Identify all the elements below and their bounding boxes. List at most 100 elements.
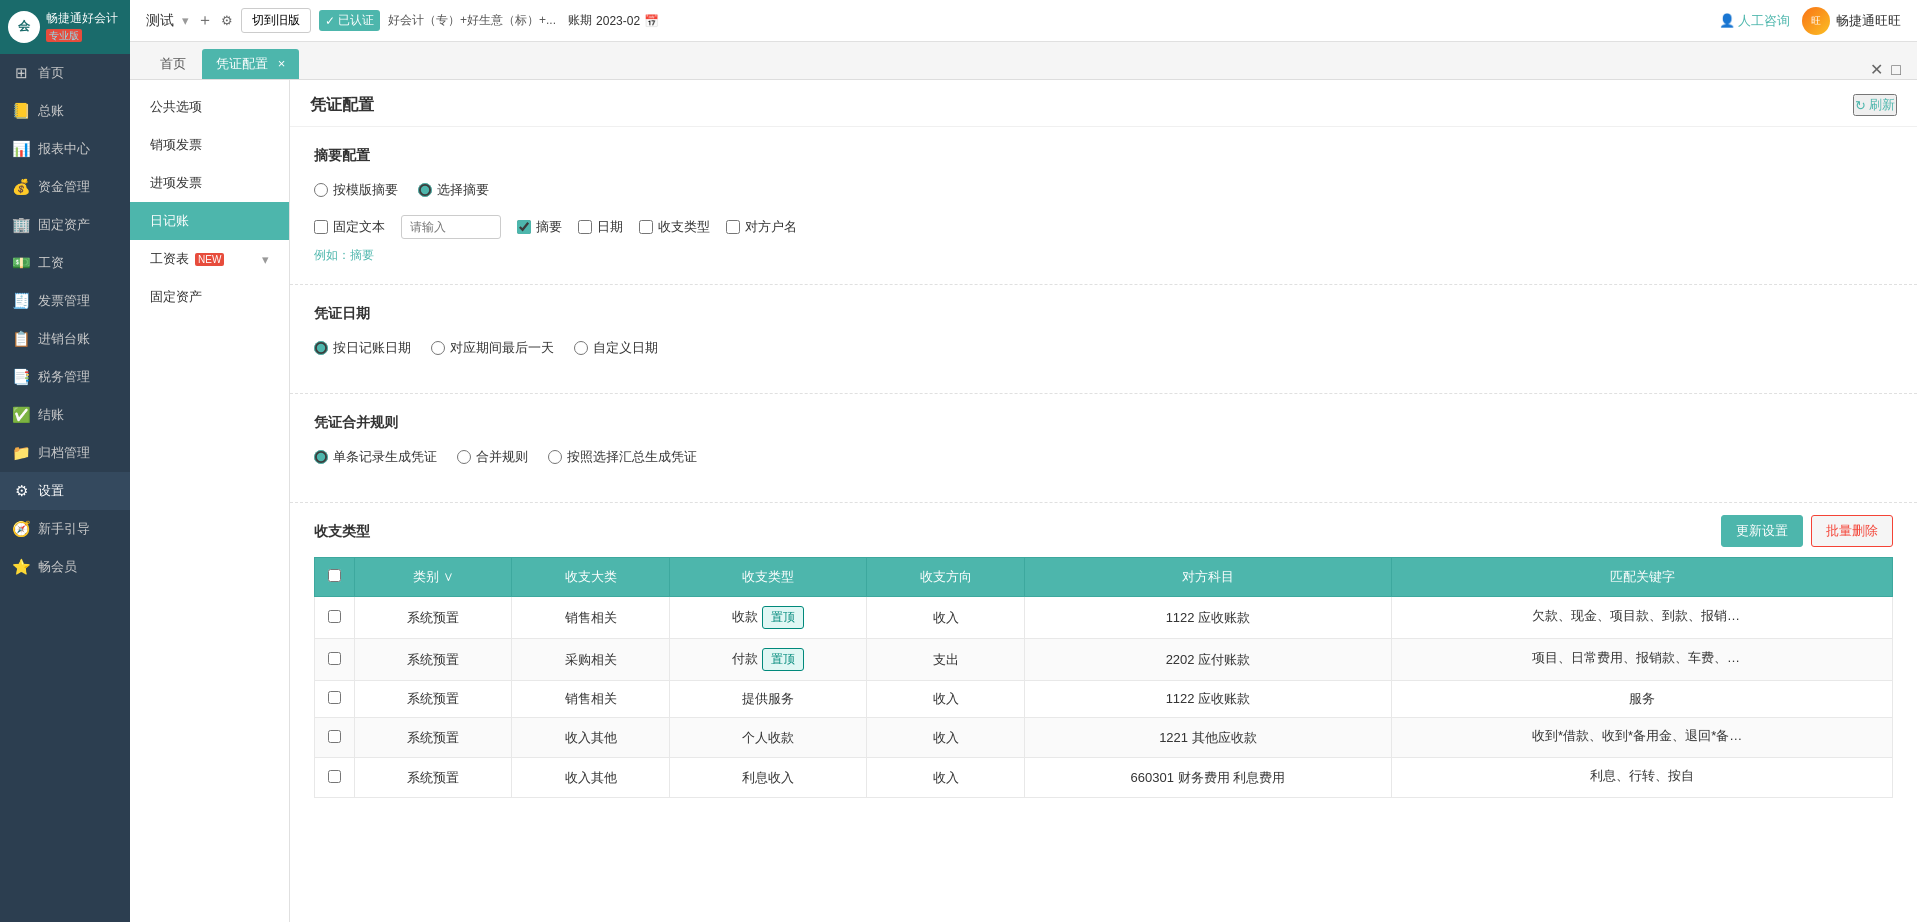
merge-radio-single[interactable]: 单条记录生成凭证 (314, 448, 437, 466)
date-radio-diary[interactable]: 按日记账日期 (314, 339, 411, 357)
sidebar-item-payroll[interactable]: 💵 工资 (0, 244, 130, 282)
sidebar-item-fixed-assets[interactable]: 🏢 固定资产 (0, 206, 130, 244)
row-category: 系统预置 (355, 681, 512, 718)
sidebar-item-tax[interactable]: 📑 税务管理 (0, 358, 130, 396)
pin-tag-button[interactable]: 置顶 (762, 606, 804, 629)
sidebar-item-general-ledger[interactable]: 📒 总账 (0, 92, 130, 130)
sidebar-item-reports[interactable]: 📊 报表中心 (0, 130, 130, 168)
merge-section-title: 凭证合并规则 (314, 414, 1893, 432)
income-section-title: 收支类型 (314, 515, 1713, 547)
row-checkbox[interactable] (328, 770, 341, 783)
row-category: 系统预置 (355, 639, 512, 681)
sidebar-item-archive[interactable]: 📁 归档管理 (0, 434, 130, 472)
row-category: 系统预置 (355, 597, 512, 639)
summary-section-title: 摘要配置 (314, 147, 1893, 165)
row-direction: 收入 (867, 758, 1024, 798)
topbar-add-button[interactable]: ＋ (197, 10, 213, 31)
counterpart-checkbox[interactable]: 对方户名 (726, 218, 797, 236)
date-checkbox[interactable]: 日期 (578, 218, 623, 236)
row-checkbox[interactable] (328, 691, 341, 704)
topbar-dropdown-arrow[interactable]: ▾ (182, 13, 189, 28)
sidebar-item-settlement[interactable]: ✅ 结账 (0, 396, 130, 434)
sidebar-item-funds[interactable]: 💰 资金管理 (0, 168, 130, 206)
row-direction: 收入 (867, 681, 1024, 718)
refresh-button[interactable]: ↻ 刷新 (1853, 94, 1897, 116)
customer-service-icon: 👤 (1719, 13, 1735, 28)
row-major: 收入其他 (512, 758, 669, 798)
sidebar-item-member[interactable]: ⭐ 畅会员 (0, 548, 130, 586)
sidebar-item-settings[interactable]: ⚙ 设置 (0, 472, 130, 510)
batch-delete-button[interactable]: 批量删除 (1811, 515, 1893, 547)
fixed-text-input[interactable] (401, 215, 501, 239)
row-keyword: 项目、日常费用、报销款、车费、承兑汇票、付款 (1392, 639, 1893, 681)
user-menu[interactable]: 旺 畅捷通旺旺 (1802, 7, 1901, 35)
summary-checkbox[interactable]: 摘要 (517, 218, 562, 236)
row-subject: 660301 财务费用 利息费用 (1024, 758, 1391, 798)
left-nav-public-options[interactable]: 公共选项 (130, 88, 289, 126)
row-checkbox[interactable] (328, 610, 341, 623)
fixed-text-checkbox[interactable]: 固定文本 (314, 218, 385, 236)
date-radio-custom[interactable]: 自定义日期 (574, 339, 658, 357)
sidebar-item-home[interactable]: ⊞ 首页 (0, 54, 130, 92)
funds-icon: 💰 (12, 178, 30, 196)
row-subject: 1221 其他应收款 (1024, 718, 1391, 758)
th-subject: 对方科目 (1024, 558, 1391, 597)
certified-badge: ✓ 已认证 (319, 10, 380, 31)
row-category: 系统预置 (355, 758, 512, 798)
switch-version-button[interactable]: 切到旧版 (241, 8, 311, 33)
left-nav-payroll-table[interactable]: 工资表 NEW ▾ (130, 240, 289, 278)
left-nav-diary[interactable]: 日记账 (130, 202, 289, 240)
row-type: 利息收入 (669, 758, 867, 798)
left-nav: 公共选项 销项发票 进项发票 日记账 工资表 NEW ▾ 固定资产 (130, 80, 290, 922)
left-nav-purchase-invoice[interactable]: 进项发票 (130, 164, 289, 202)
sidebar-item-guide[interactable]: 🧭 新手引导 (0, 510, 130, 548)
avatar: 旺 (1802, 7, 1830, 35)
row-major: 收入其他 (512, 718, 669, 758)
type-checkbox[interactable]: 收支类型 (639, 218, 710, 236)
update-settings-button[interactable]: 更新设置 (1721, 515, 1803, 547)
row-type: 收款 置顶 (669, 597, 867, 639)
summary-radio-select[interactable]: 选择摘要 (418, 181, 489, 199)
row-checkbox[interactable] (328, 730, 341, 743)
row-subject: 1122 应收账款 (1024, 597, 1391, 639)
row-major: 采购相关 (512, 639, 669, 681)
th-checkbox (315, 558, 355, 597)
sidebar-item-invoice[interactable]: 🧾 发票管理 (0, 282, 130, 320)
left-nav-sales-invoice[interactable]: 销项发票 (130, 126, 289, 164)
tab-voucher-config[interactable]: 凭证配置 × (202, 49, 299, 79)
maximize-window-button[interactable]: □ (1891, 61, 1901, 79)
expand-arrow-icon[interactable]: ▾ (262, 252, 269, 267)
username: 畅捷通旺旺 (1836, 12, 1901, 30)
date-section: 凭证日期 按日记账日期 对应期间最后一天 自定义日期 (290, 285, 1917, 394)
merge-radio-group: 单条记录生成凭证 合并规则 按照选择汇总生成凭证 (314, 448, 1893, 466)
content-area: 公共选项 销项发票 进项发票 日记账 工资表 NEW ▾ 固定资产 凭 (130, 80, 1917, 922)
help-button[interactable]: 👤 人工咨询 (1719, 12, 1790, 30)
merge-radio-total[interactable]: 按照选择汇总生成凭证 (548, 448, 697, 466)
pin-tag-button[interactable]: 置顶 (762, 648, 804, 671)
merge-radio-rule[interactable]: 合并规则 (457, 448, 528, 466)
sidebar: 会 畅捷通好会计 专业版 ⊞ 首页 📒 总账 📊 报表中心 💰 资金管理 🏢 固… (0, 0, 130, 922)
row-major: 销售相关 (512, 681, 669, 718)
tab-home[interactable]: 首页 (146, 49, 200, 79)
select-all-checkbox[interactable] (328, 569, 341, 582)
summary-section: 摘要配置 按模版摘要 选择摘要 固定文本 (290, 127, 1917, 285)
table-row: 系统预置 采购相关 付款 置顶 支出 2202 应付账款 项目、日常费用、报销款… (315, 639, 1893, 681)
table-row: 系统预置 销售相关 收款 置顶 收入 1122 应收账款 欠款、现金、项目款、到… (315, 597, 1893, 639)
topbar-settings-icon[interactable]: ⚙ (221, 13, 233, 28)
close-window-button[interactable]: ✕ (1870, 60, 1883, 79)
tab-close-button[interactable]: × (278, 56, 286, 71)
row-type: 付款 置顶 (669, 639, 867, 681)
row-keyword: 欠款、现金、项目款、到款、报销款、汇入、... (1392, 597, 1893, 639)
calendar-icon[interactable]: 📅 (644, 14, 659, 28)
page-title: 凭证配置 (310, 95, 374, 116)
row-checkbox[interactable] (328, 652, 341, 665)
date-radio-period-last[interactable]: 对应期间最后一天 (431, 339, 554, 357)
left-nav-fixed-assets[interactable]: 固定资产 (130, 278, 289, 316)
row-subject: 2202 应付账款 (1024, 639, 1391, 681)
date-radio-group: 按日记账日期 对应期间最后一天 自定义日期 (314, 339, 1893, 357)
invoice-icon: 🧾 (12, 292, 30, 310)
sidebar-item-purchase[interactable]: 📋 进销台账 (0, 320, 130, 358)
summary-radio-template[interactable]: 按模版摘要 (314, 181, 398, 199)
row-checkbox-cell (315, 597, 355, 639)
th-keyword: 匹配关键字 (1392, 558, 1893, 597)
